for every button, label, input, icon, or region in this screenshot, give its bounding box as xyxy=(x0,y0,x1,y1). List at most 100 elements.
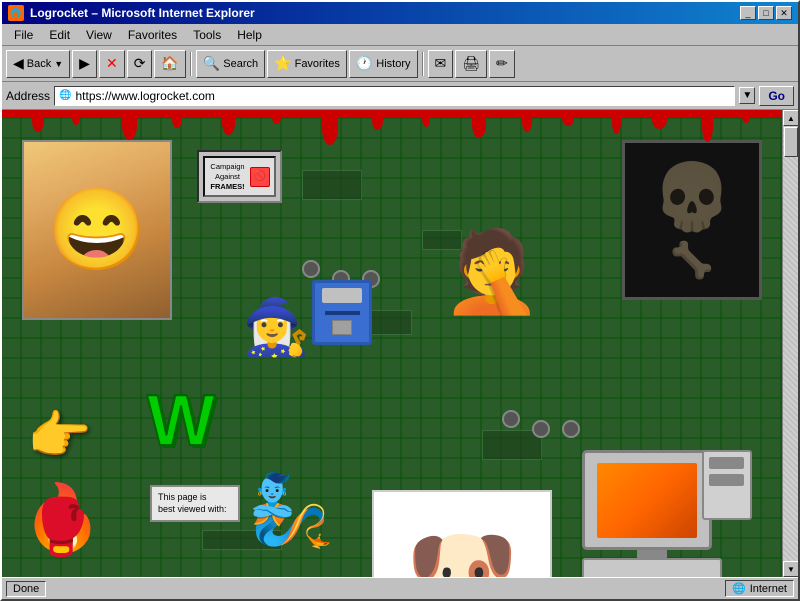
back-dropdown-icon: ▼ xyxy=(54,59,63,69)
back-label: Back xyxy=(27,58,51,70)
stop-icon: ✕ xyxy=(106,55,118,72)
menu-favorites[interactable]: Favorites xyxy=(120,26,185,44)
menu-help[interactable]: Help xyxy=(229,26,270,44)
refresh-icon: ⟳ xyxy=(134,55,146,72)
skeleton-hand-emoji: 🦴 xyxy=(670,240,714,281)
blood-drip-11 xyxy=(522,110,532,132)
scroll-track[interactable] xyxy=(783,126,798,561)
page-content: 😄 Campaign Against FRAMES! 🚫 xyxy=(2,110,782,577)
keyboard xyxy=(582,558,722,577)
address-dropdown-button[interactable]: ▼ xyxy=(739,87,755,104)
edit-button[interactable]: ✏ xyxy=(489,50,515,78)
floppy-shutter xyxy=(332,320,352,335)
address-label: Address xyxy=(6,89,50,103)
status-done: Done xyxy=(6,581,46,597)
monitor-stand xyxy=(637,550,667,558)
skull-image: 💀 🦴 xyxy=(622,140,762,300)
floppy-label xyxy=(322,288,362,303)
window-title: Logrocket – Microsoft Internet Explorer xyxy=(30,6,255,20)
mail-icon: ✉ xyxy=(435,55,447,72)
menu-file[interactable]: File xyxy=(6,26,41,44)
close-button[interactable]: ✕ xyxy=(776,6,792,20)
scroll-down-button[interactable]: ▼ xyxy=(783,561,798,577)
favorites-icon: ⭐ xyxy=(274,55,291,72)
drive-bay-2 xyxy=(709,474,744,486)
stressed-man-figure: 🤦 xyxy=(442,225,542,319)
title-bar: 🌐 Logrocket – Microsoft Internet Explore… xyxy=(2,2,798,24)
menu-view[interactable]: View xyxy=(78,26,120,44)
monitor-stand-wrapper xyxy=(582,550,722,558)
address-bar: Address 🌐 https://www.logrocket.com ▼ Go xyxy=(2,82,798,110)
search-button[interactable]: 🔍 Search xyxy=(196,50,265,78)
done-label: Done xyxy=(13,583,39,595)
address-input[interactable]: 🌐 https://www.logrocket.com xyxy=(54,86,735,106)
campaign-line3: FRAMES! xyxy=(209,182,246,192)
status-internet: 🌐 Internet xyxy=(725,580,794,597)
monitor xyxy=(582,450,722,577)
blood-drip-13 xyxy=(612,110,621,134)
maximize-button[interactable]: □ xyxy=(758,6,774,20)
viewed-line1: This page is xyxy=(158,491,232,504)
blood-drip-1 xyxy=(32,110,44,132)
blood-drip-8 xyxy=(372,110,383,130)
bill-gates-face: 😄 xyxy=(24,142,170,318)
campaign-icon: 🚫 xyxy=(250,167,270,187)
toolbar-separator-1 xyxy=(190,52,192,76)
status-bar: Done 🌐 Internet xyxy=(2,577,798,599)
blood-drip xyxy=(2,110,782,140)
internet-label: Internet xyxy=(750,583,787,595)
campaign-badge: Campaign Against FRAMES! 🚫 xyxy=(197,150,282,203)
home-button[interactable]: 🏠 xyxy=(154,50,185,78)
monitor-screen xyxy=(597,463,697,538)
scroll-thumb[interactable] xyxy=(784,127,798,157)
favorites-label: Favorites xyxy=(295,58,340,70)
blood-drip-3 xyxy=(122,110,137,140)
w-logo: W xyxy=(147,380,215,462)
refresh-button[interactable]: ⟳ xyxy=(127,50,153,78)
campaign-line1: Campaign xyxy=(209,162,246,172)
bill-gates-photo: 😄 xyxy=(22,140,172,320)
blood-drip-15 xyxy=(702,110,713,142)
print-button[interactable]: 🖨 xyxy=(455,50,487,78)
history-button[interactable]: 🕐 History xyxy=(349,50,418,78)
page-background: 😄 Campaign Against FRAMES! 🚫 xyxy=(2,110,782,577)
blood-drip-9 xyxy=(422,110,430,127)
forward-button[interactable]: ▶ xyxy=(72,50,97,78)
blood-drip-14 xyxy=(652,110,667,129)
forward-icon: ▶ xyxy=(79,55,90,72)
favorites-button[interactable]: ⭐ Favorites xyxy=(267,50,347,78)
page-favicon: 🌐 xyxy=(59,90,71,101)
home-icon: 🏠 xyxy=(161,55,178,72)
blood-drip-4 xyxy=(172,110,182,128)
menu-edit[interactable]: Edit xyxy=(41,26,78,44)
toolbar: ◀ Back ▼ ▶ ✕ ⟳ 🏠 🔍 Search ⭐ Favorites 🕐 … xyxy=(2,46,798,82)
drive-bay-1 xyxy=(709,457,744,469)
window-controls: _ □ ✕ xyxy=(740,6,792,20)
window-icon: 🌐 xyxy=(8,5,24,21)
blood-drip-12 xyxy=(562,110,574,126)
go-button[interactable]: Go xyxy=(759,86,794,106)
viewed-with-badge: This page is best viewed with: xyxy=(150,485,240,522)
blood-drip-7 xyxy=(322,110,338,145)
back-button[interactable]: ◀ Back ▼ xyxy=(6,50,70,78)
pointing-hand: 👉 xyxy=(27,405,92,466)
print-icon: 🖨 xyxy=(462,55,480,72)
content-area: 😄 Campaign Against FRAMES! 🚫 xyxy=(2,110,798,577)
minimize-button[interactable]: _ xyxy=(740,6,756,20)
genie-figure: 🧞 xyxy=(247,470,334,552)
campaign-line2: Against xyxy=(209,172,246,182)
mail-button[interactable]: ✉ xyxy=(428,50,454,78)
menu-bar: File Edit View Favorites Tools Help xyxy=(2,24,798,46)
skull-content: 💀 🦴 xyxy=(652,159,733,281)
circuit-cap-5 xyxy=(532,420,550,438)
url-text: https://www.logrocket.com xyxy=(75,89,214,103)
edit-icon: ✏ xyxy=(496,55,508,72)
blood-drip-10 xyxy=(472,110,486,138)
menu-tools[interactable]: Tools xyxy=(185,26,229,44)
history-label: History xyxy=(376,58,410,70)
scroll-up-button[interactable]: ▲ xyxy=(783,110,798,126)
viewed-line2: best viewed with: xyxy=(158,503,232,516)
stop-button[interactable]: ✕ xyxy=(99,50,125,78)
search-icon: 🔍 xyxy=(203,55,220,72)
blood-drip-2 xyxy=(72,110,80,125)
